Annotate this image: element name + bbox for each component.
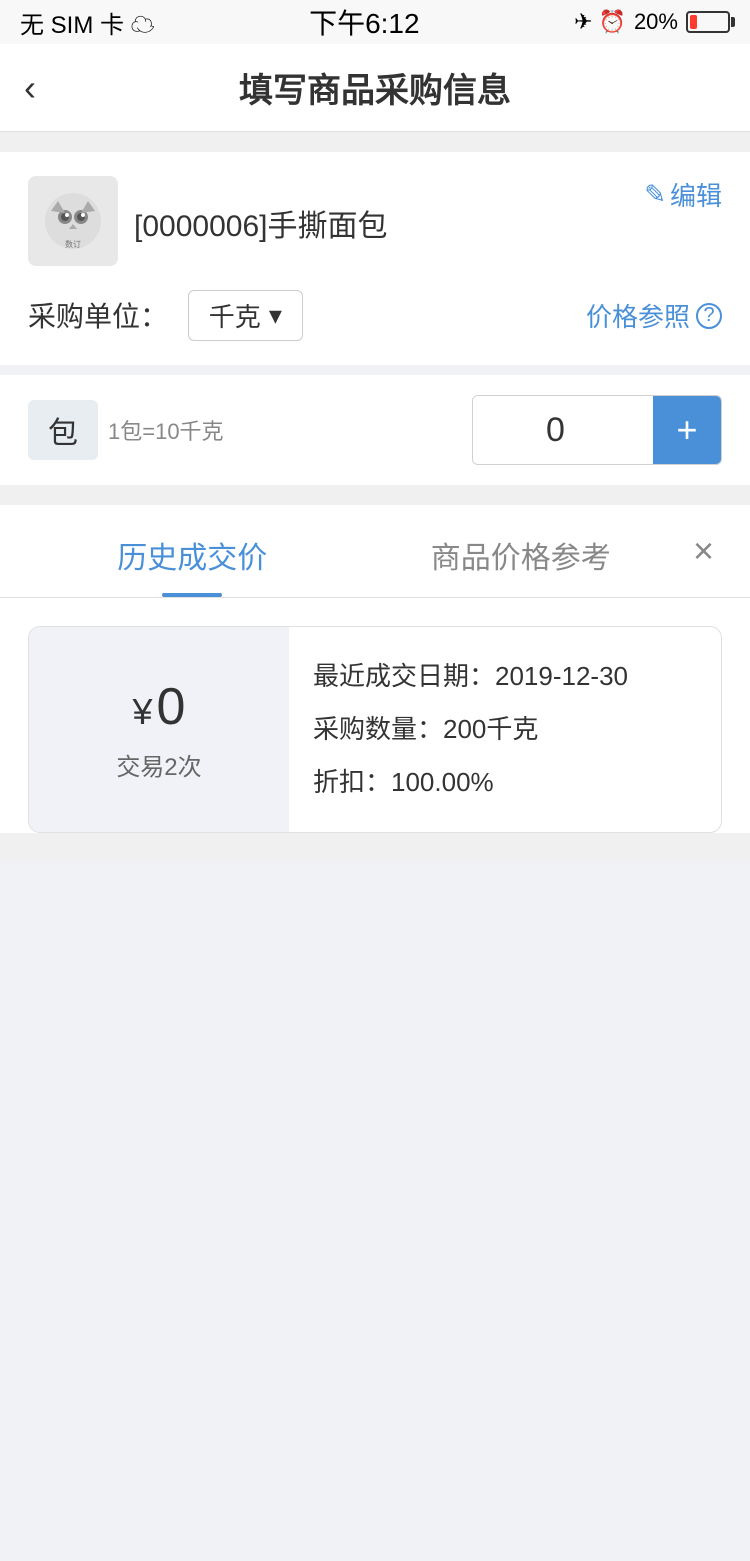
tab-history-label: 历史成交价 <box>117 542 267 575</box>
section-divider <box>0 365 750 375</box>
quantity-row: 包 1包=10千克 + <box>0 375 750 485</box>
nav-bar: ‹ 填写商品采购信息 <box>0 44 750 132</box>
trade-count: 交易2次 <box>116 747 201 782</box>
unit-select[interactable]: 千克 ▾ <box>188 290 303 341</box>
price-reference-button[interactable]: 价格参照 ? <box>586 297 722 334</box>
quantity-input[interactable] <box>473 396 653 464</box>
product-thumbnail: 数订 <box>28 176 118 266</box>
product-left: 数订 [0000006]手撕面包 <box>28 176 387 266</box>
unit-label: 采购单位： <box>28 301 168 332</box>
quantity-input-group: + <box>472 395 722 465</box>
status-time: 下午6:12 <box>309 2 420 42</box>
price-ref-label: 价格参照 <box>586 297 690 334</box>
tabs-header: 历史成交价 商品价格参考 × <box>0 505 750 598</box>
battery-fill <box>690 15 697 29</box>
product-logo-icon: 数订 <box>43 191 103 251</box>
product-header: 数订 [0000006]手撕面包 ✎ 编辑 <box>28 176 722 266</box>
purchase-quantity-value: 200千克 <box>443 714 538 744</box>
edit-icon: ✎ <box>644 179 666 210</box>
discount-label: 折扣： <box>313 767 391 797</box>
page-title: 填写商品采购信息 <box>239 63 511 112</box>
quantity-plus-button[interactable]: + <box>653 396 721 464</box>
page-background <box>0 861 750 1561</box>
quantity-unit-box: 包 <box>28 400 98 460</box>
edit-button[interactable]: ✎ 编辑 <box>644 176 722 213</box>
recent-date-row: 最近成交日期：2019-12-30 <box>313 657 697 696</box>
price-currency-symbol: ¥ <box>133 691 153 732</box>
tabs-section: 历史成交价 商品价格参考 × ¥0 交易2次 最近成交日期：2019-12-30… <box>0 505 750 833</box>
tab-product-price-ref[interactable]: 商品价格参考 <box>356 505 684 597</box>
tab-history-price[interactable]: 历史成交价 <box>28 505 356 597</box>
product-unit-row: 采购单位： 千克 ▾ 价格参照 ? <box>28 290 722 341</box>
signal-icon: ✈ ⏰ <box>574 9 626 35</box>
status-bar: 无 SIM 卡 ☁ 下午6:12 ✈ ⏰ 20% <box>0 0 750 44</box>
signal-text: 无 SIM 卡 ☁ <box>20 5 155 40</box>
edit-label: 编辑 <box>670 176 722 213</box>
purchase-quantity-row: 采购数量：200千克 <box>313 710 697 749</box>
price-right-panel: 最近成交日期：2019-12-30 采购数量：200千克 折扣：100.00% <box>289 627 721 832</box>
discount-row: 折扣：100.00% <box>313 763 697 802</box>
purchase-quantity-label: 采购数量： <box>313 714 443 744</box>
discount-value: 100.00% <box>391 767 494 797</box>
tab-price-ref-label: 商品价格参考 <box>431 542 611 575</box>
price-value: 0 <box>157 678 186 736</box>
unit-value: 千克 <box>209 297 261 334</box>
battery-icon <box>686 11 730 33</box>
dropdown-arrow-icon: ▾ <box>269 300 282 331</box>
product-name: [0000006]手撕面包 <box>134 201 387 245</box>
price-ref-help-icon: ? <box>696 303 722 329</box>
price-card: ¥0 交易2次 最近成交日期：2019-12-30 采购数量：200千克 折扣：… <box>28 626 722 833</box>
status-left: 无 SIM 卡 ☁ <box>20 5 155 40</box>
battery-text: 20% <box>634 9 678 35</box>
recent-date-label: 最近成交日期： <box>313 661 495 691</box>
price-amount: ¥0 <box>133 677 186 737</box>
quantity-unit-block: 包 1包=10千克 <box>28 400 472 460</box>
close-button[interactable]: × <box>685 510 722 592</box>
unit-section: 采购单位： 千克 ▾ <box>28 290 303 341</box>
recent-date-value: 2019-12-30 <box>495 661 628 691</box>
price-left-panel: ¥0 交易2次 <box>29 627 289 832</box>
status-right: ✈ ⏰ 20% <box>574 9 730 35</box>
back-button[interactable]: ‹ <box>24 67 36 109</box>
product-card: 数订 [0000006]手撕面包 ✎ 编辑 采购单位： 千克 ▾ 价格参照 ? <box>0 152 750 365</box>
quantity-unit-hint: 1包=10千克 <box>108 414 224 446</box>
svg-text:数订: 数订 <box>65 239 81 249</box>
